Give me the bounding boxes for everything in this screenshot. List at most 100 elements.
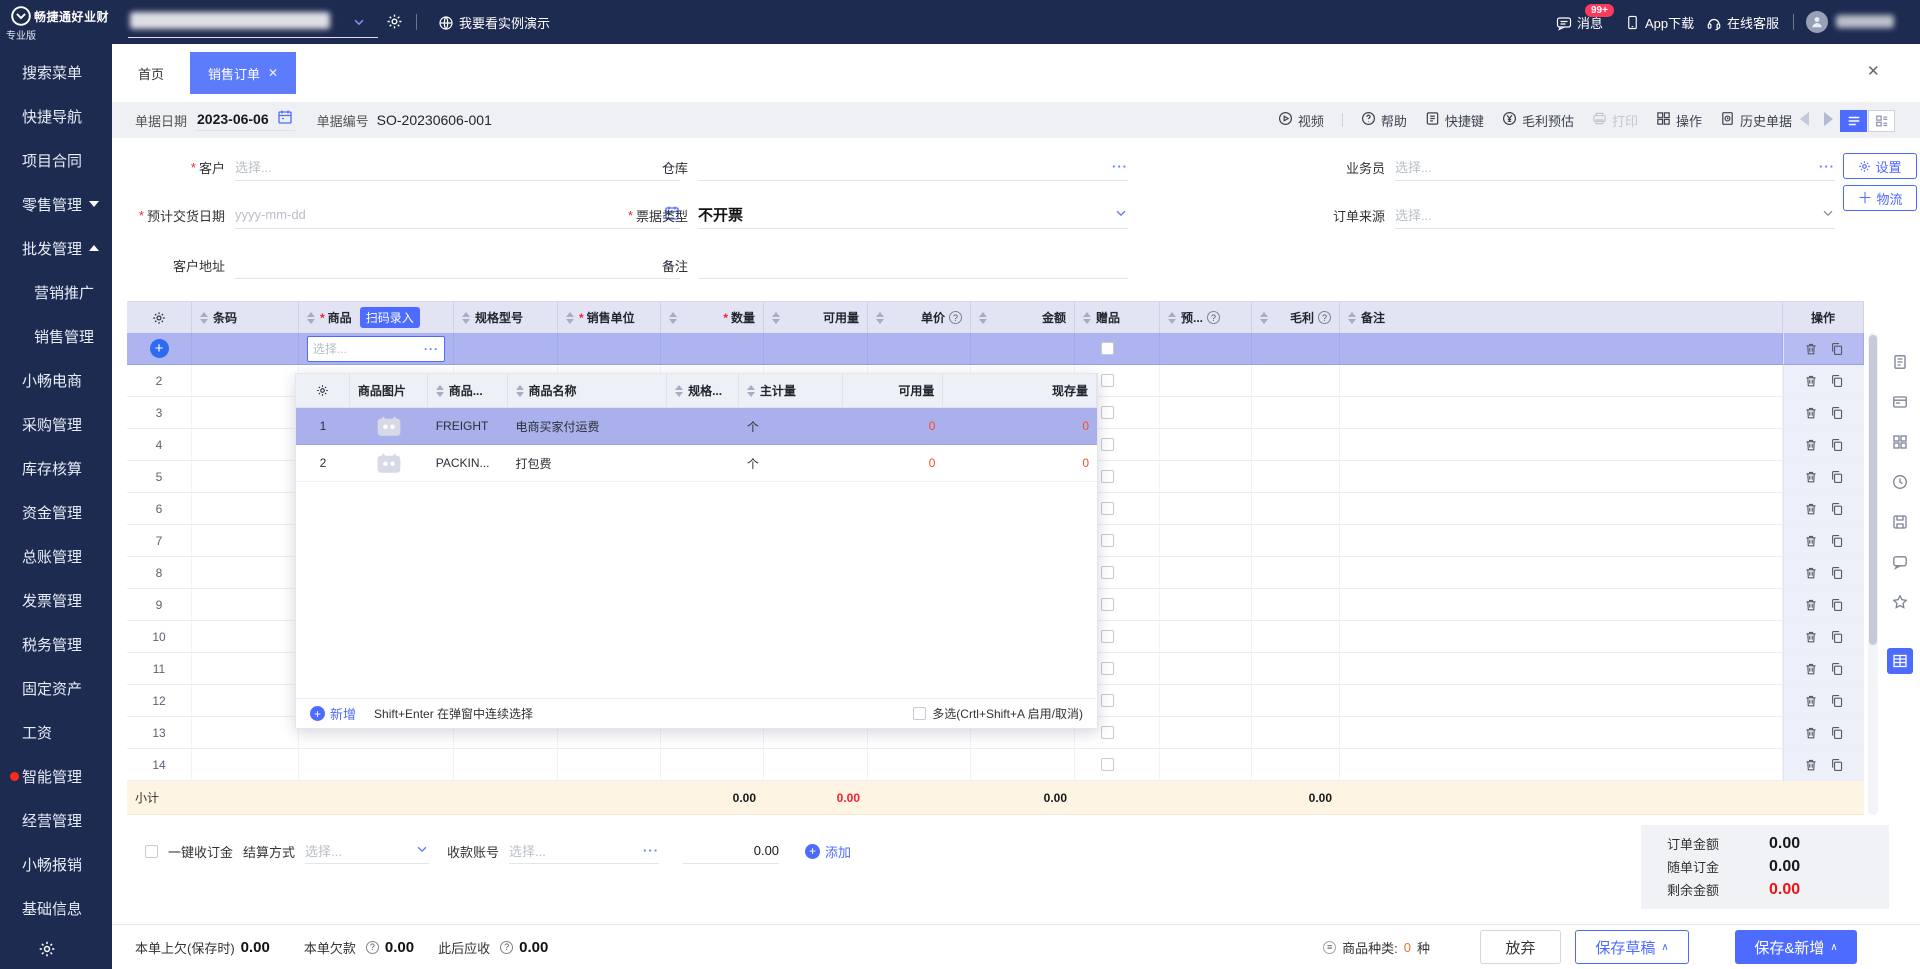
sort-icon[interactable] [876,311,884,324]
invoice-type-select[interactable]: 不开票 [698,201,1128,229]
column-header[interactable]: 条码 [192,301,299,333]
sort-icon[interactable] [435,384,444,397]
info-icon[interactable]: ? [1318,311,1331,324]
sidebar-item-8[interactable]: 采购管理 [0,412,112,436]
abandon-button[interactable]: 放弃 [1480,930,1561,964]
copy-row-icon[interactable] [1830,470,1844,484]
column-header[interactable]: 金额 [971,301,1075,333]
sort-icon[interactable] [772,311,780,324]
chat-tool-icon[interactable] [1888,550,1912,574]
nav-prev-icon[interactable] [1800,112,1809,126]
action-play[interactable]: 视频 [1278,111,1324,130]
picker-dots-icon[interactable]: ··· [1112,159,1128,174]
gift-checkbox[interactable] [1101,342,1114,355]
tab-close-icon[interactable]: ✕ [268,66,278,80]
topbar-gear-icon[interactable] [386,13,403,33]
action-printer[interactable]: 打印 [1592,111,1638,130]
gift-checkbox[interactable] [1101,630,1114,643]
delete-row-icon[interactable] [1804,470,1818,484]
history-tool-icon[interactable] [1888,470,1912,494]
add-row-button[interactable]: + [149,339,169,358]
remark-input[interactable] [698,251,1128,279]
copy-row-icon[interactable] [1830,374,1844,388]
popup-column-header[interactable]: 规格... [667,374,739,408]
logistics-button[interactable]: ＋ 物流 [1843,185,1917,211]
sidebar-item-17[interactable]: 经营管理 [0,808,112,832]
popup-multiselect[interactable]: 多选(Crtl+Shift+A 启用/取消) [913,705,1083,722]
copy-row-icon[interactable] [1830,438,1844,452]
nav-next-icon[interactable] [1824,112,1833,126]
copy-row-icon[interactable] [1830,534,1844,548]
delete-row-icon[interactable] [1804,406,1818,420]
view-list-toggle[interactable] [1840,110,1867,132]
delete-row-icon[interactable] [1804,726,1818,740]
popup-column-header[interactable]: 主计量 [738,374,843,408]
salesman-input[interactable]: 选择... ··· [1395,153,1835,181]
chevron-down-icon[interactable] [1114,206,1128,223]
sort-icon[interactable] [746,384,755,397]
favorite-star-icon[interactable] [1888,590,1912,614]
account-select[interactable]: 选择... ··· [509,838,660,864]
sidebar-item-10[interactable]: 资金管理 [0,500,112,524]
order-source-select[interactable]: 选择... [1395,201,1835,229]
tab-sales-order[interactable]: 销售订单 ✕ [190,52,296,94]
info-icon[interactable]: ? [949,311,962,324]
column-header[interactable]: * 商品 扫码录入 [299,301,454,333]
grid-scrollbar[interactable] [1868,333,1878,815]
picker-dots-icon[interactable]: ··· [1819,159,1835,174]
sort-icon[interactable] [566,311,574,324]
chevron-down-icon[interactable] [415,842,429,859]
gift-checkbox[interactable] [1101,502,1114,515]
delete-row-icon[interactable] [1804,598,1818,612]
action-history[interactable]: 历史单据 [1720,111,1792,130]
gift-checkbox[interactable] [1101,758,1114,771]
info-icon[interactable]: ? [1207,311,1221,324]
column-header[interactable]: 赠品 [1075,301,1160,333]
sort-icon[interactable] [675,384,684,397]
gift-checkbox[interactable] [1101,694,1114,707]
card-tool-icon[interactable] [1888,390,1912,414]
settle-method-select[interactable]: 选择... [305,838,430,864]
column-header[interactable]: 预...? [1160,301,1252,333]
delete-row-icon[interactable] [1804,662,1818,676]
delete-row-icon[interactable] [1804,630,1818,644]
sidebar-item-18[interactable]: 小畅报销 [0,852,112,876]
sidebar-item-6[interactable]: 销售管理 [0,324,112,348]
chevron-down-icon[interactable] [1821,206,1835,223]
warehouse-input[interactable]: ··· [698,153,1128,181]
quick-deposit-checkbox[interactable] [145,844,158,858]
column-header[interactable]: 规格型号 [454,301,558,333]
gift-checkbox[interactable] [1101,438,1114,451]
picker-dots-icon[interactable]: ··· [424,342,439,356]
gift-checkbox[interactable] [1101,406,1114,419]
sort-icon[interactable] [1083,311,1091,324]
grid-column-settings-gear-icon[interactable] [127,301,192,333]
sidebar-item-19[interactable]: 基础信息 [0,896,112,920]
calendar-icon[interactable] [277,109,293,128]
copy-row-icon[interactable] [1830,406,1844,420]
delete-row-icon[interactable] [1804,566,1818,580]
grid-tool-icon[interactable] [1888,430,1912,454]
delete-row-icon[interactable] [1804,758,1818,772]
copy-row-icon[interactable] [1830,630,1844,644]
picker-dots-icon[interactable]: ··· [643,843,659,858]
sidebar-item-14[interactable]: 固定资产 [0,676,112,700]
gift-checkbox[interactable] [1101,534,1114,547]
gift-checkbox[interactable] [1101,566,1114,579]
column-header[interactable]: * 数量 [661,301,764,333]
sidebar-item-11[interactable]: 总账管理 [0,544,112,568]
product-input[interactable]: 选择... ··· [307,335,445,362]
popup-column-header[interactable]: 现存量 [943,374,1097,408]
copy-row-icon[interactable] [1830,566,1844,580]
delete-row-icon[interactable] [1804,502,1818,516]
sidebar-item-7[interactable]: 小畅电商 [0,368,112,392]
info-icon[interactable]: ? [365,940,379,954]
column-header[interactable]: 可用量 [764,301,868,333]
grid-row-1[interactable]: + 选择... ··· [127,333,1864,365]
popup-column-header[interactable]: 可用量 [842,374,944,408]
copy-row-icon[interactable] [1830,502,1844,516]
copy-row-icon[interactable] [1830,758,1844,772]
add-payment-button[interactable]: + 添加 [805,842,851,861]
sidebar-item-2[interactable]: 项目合同 [0,148,112,172]
sort-icon[interactable] [1348,311,1356,324]
